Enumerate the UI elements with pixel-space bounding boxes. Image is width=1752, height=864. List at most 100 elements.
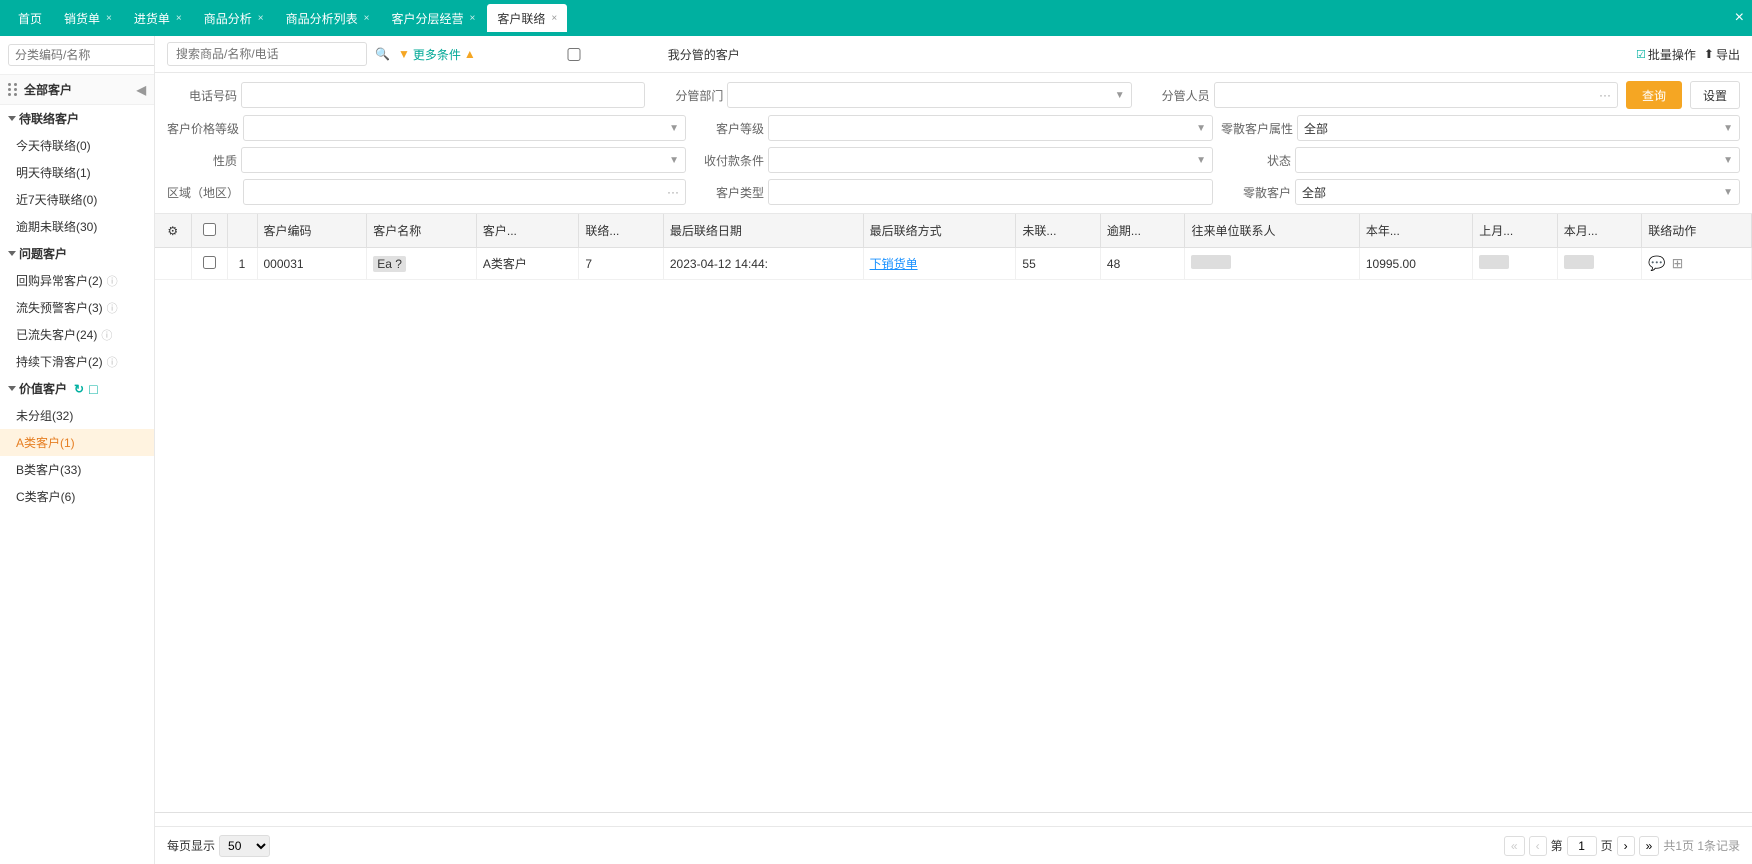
chat-icon[interactable]: 💬	[1648, 255, 1665, 272]
sidebar-item-class-a[interactable]: A类客户(1)	[0, 429, 154, 456]
nav-tab-sales[interactable]: 销货单 ×	[54, 4, 122, 32]
filter-retail-customer: 零散客户 全部▼	[1221, 179, 1740, 205]
sidebar-item-churn-warning[interactable]: 流失预警客户(3) ⓘ	[0, 294, 154, 321]
sidebar-item-declining[interactable]: 持续下滑客户(2) ⓘ	[0, 348, 154, 375]
sidebar-item-today[interactable]: 今天待联络(0)	[0, 132, 154, 159]
data-table-container: ⚙ 客户编码 客户名称 客户...	[155, 214, 1752, 812]
group-value-label: 价值客户	[19, 380, 67, 397]
nav-tab-purchase[interactable]: 进货单 ×	[124, 4, 192, 32]
row-uncontacted: 55	[1016, 248, 1101, 280]
collapse-icon[interactable]: ◀	[137, 83, 146, 97]
dept-select[interactable]: ▼	[727, 82, 1131, 108]
region-input[interactable]: ···	[243, 179, 686, 205]
nav-tab-goods-analysis-label: 商品分析	[204, 10, 252, 27]
sidebar-item-class-b[interactable]: B类客户(33)	[0, 456, 154, 483]
nav-tab-home-label: 首页	[18, 10, 42, 27]
refresh-icon[interactable]: ↻	[74, 382, 84, 396]
sidebar-item-class-c[interactable]: C类客户(6)	[0, 483, 154, 510]
nav-tab-home[interactable]: 首页	[8, 4, 52, 32]
close-icon[interactable]: ×	[176, 13, 182, 24]
sidebar-item-tomorrow[interactable]: 明天待联络(1)	[0, 159, 154, 186]
all-customers-header[interactable]: 全部客户 ◀	[0, 75, 154, 105]
row-last-date: 2023-04-12 14:44:	[663, 248, 863, 280]
nav-tab-goods-list-label: 商品分析列表	[286, 10, 358, 27]
first-page-button[interactable]: «	[1504, 836, 1525, 856]
my-customers-checkbox[interactable]: 我分管的客户	[484, 46, 740, 63]
row-checkbox-cell[interactable]	[191, 248, 227, 280]
advanced-filter: 电话号码 分管部门 ▼ 分管人员 ··· 查询 设置	[155, 73, 1752, 214]
expand-icon	[8, 386, 16, 391]
nav-tab-customer-contact[interactable]: 客户联络 ×	[487, 4, 567, 32]
content-area: 🔍 ▼ 更多条件 ▲ 我分管的客户 ☑ 批量操作 ⬆ 导出	[155, 36, 1752, 864]
price-level-select[interactable]: ▼	[243, 115, 686, 141]
prev-page-button[interactable]: ‹	[1529, 836, 1547, 856]
select-all-checkbox[interactable]	[203, 223, 216, 236]
row-checkbox[interactable]	[203, 256, 216, 269]
close-icon[interactable]: ×	[364, 13, 370, 24]
sidebar-item-overdue[interactable]: 逾期未联络(30)	[0, 213, 154, 240]
query-button[interactable]: 查询	[1626, 81, 1682, 109]
col-settings[interactable]: ⚙	[155, 214, 191, 248]
close-all-button[interactable]: ×	[1735, 9, 1744, 27]
nature-select[interactable]: ▼	[241, 147, 686, 173]
retail-customer-select[interactable]: 全部▼	[1295, 179, 1740, 205]
settings-button[interactable]: 设置	[1690, 81, 1740, 109]
nav-tab-goods-list[interactable]: 商品分析列表 ×	[276, 4, 380, 32]
col-this-month-amt: 本月...	[1557, 214, 1642, 248]
filter-nature: 性质 ▼	[167, 147, 686, 173]
nav-tab-purchase-label: 进货单	[134, 10, 170, 27]
help-icon: ⓘ	[107, 300, 118, 316]
col-overdue: 逾期...	[1100, 214, 1185, 248]
group-value-toggle[interactable]: 价值客户 ↻ □	[0, 375, 154, 402]
close-icon[interactable]: ×	[469, 13, 475, 24]
col-last-date: 最后联络日期	[663, 214, 863, 248]
group-pending-label: 待联络客户	[19, 110, 79, 127]
add-group-icon[interactable]: □	[89, 381, 97, 397]
page-input[interactable]	[1567, 836, 1597, 856]
group-problem-toggle[interactable]: 问题客户	[0, 240, 154, 267]
sidebar-search-input[interactable]	[8, 44, 155, 66]
col-code: 客户编码	[257, 214, 367, 248]
export-button[interactable]: ⬆ 导出	[1704, 46, 1740, 63]
per-page-select[interactable]: 50 100 200	[219, 835, 270, 857]
expand-icon	[8, 251, 16, 256]
main-layout: 🔍 全部客户 ◀ 待联络客户 今天待联络(0) 明天待联络(1) 近7天待	[0, 36, 1752, 864]
col-name: 客户名称	[367, 214, 477, 248]
group-pending-items: 今天待联络(0) 明天待联络(1) 近7天待联络(0) 逾期未联络(30)	[0, 132, 154, 240]
per-page-selector: 每页显示 50 100 200	[167, 835, 270, 857]
close-icon[interactable]: ×	[258, 13, 264, 24]
next-page-button[interactable]: ›	[1617, 836, 1635, 856]
manager-input[interactable]: ···	[1214, 82, 1618, 108]
grid-action-icon[interactable]: ⊞	[1672, 255, 1684, 272]
last-page-button[interactable]: »	[1639, 836, 1660, 856]
group-value-items: 未分组(32) A类客户(1) B类客户(33) C类客户(6)	[0, 402, 154, 510]
phone-input[interactable]	[241, 82, 645, 108]
status-select[interactable]: ▼	[1295, 147, 1740, 173]
col-checkbox[interactable]	[191, 214, 227, 248]
sidebar-item-unclassified[interactable]: 未分组(32)	[0, 402, 154, 429]
row-actions: 💬 ⊞	[1642, 248, 1752, 280]
filter-phone: 电话号码	[167, 82, 645, 108]
data-table: ⚙ 客户编码 客户名称 客户...	[155, 214, 1752, 280]
sidebar-item-7days[interactable]: 近7天待联络(0)	[0, 186, 154, 213]
horizontal-scrollbar[interactable]	[155, 812, 1752, 826]
customer-type-input[interactable]	[768, 179, 1213, 205]
row-last-method: 下销货单	[863, 248, 1016, 280]
retail-attr-select[interactable]: 全部▼	[1297, 115, 1740, 141]
group-problem-label: 问题客户	[19, 245, 67, 262]
customer-level-select[interactable]: ▼	[768, 115, 1213, 141]
nav-tab-goods-analysis[interactable]: 商品分析 ×	[194, 4, 274, 32]
close-icon[interactable]: ×	[551, 13, 557, 24]
search-icon[interactable]: 🔍	[375, 47, 390, 61]
sidebar-item-churned[interactable]: 已流失客户(24) ⓘ	[0, 321, 154, 348]
nav-tab-customer-layer[interactable]: 客户分层经营 ×	[381, 4, 485, 32]
search-input[interactable]	[167, 42, 367, 66]
batch-op-button[interactable]: ☑ 批量操作	[1636, 46, 1696, 63]
payment-select[interactable]: ▼	[768, 147, 1213, 173]
group-pending-toggle[interactable]: 待联络客户	[0, 105, 154, 132]
more-filters-button[interactable]: ▼ 更多条件 ▲	[398, 46, 476, 63]
col-contacts: 往来单位联系人	[1185, 214, 1359, 248]
col-contact: 联络...	[579, 214, 664, 248]
close-icon[interactable]: ×	[106, 13, 112, 24]
sidebar-item-repurchase-abnormal[interactable]: 回购异常客户(2) ⓘ	[0, 267, 154, 294]
